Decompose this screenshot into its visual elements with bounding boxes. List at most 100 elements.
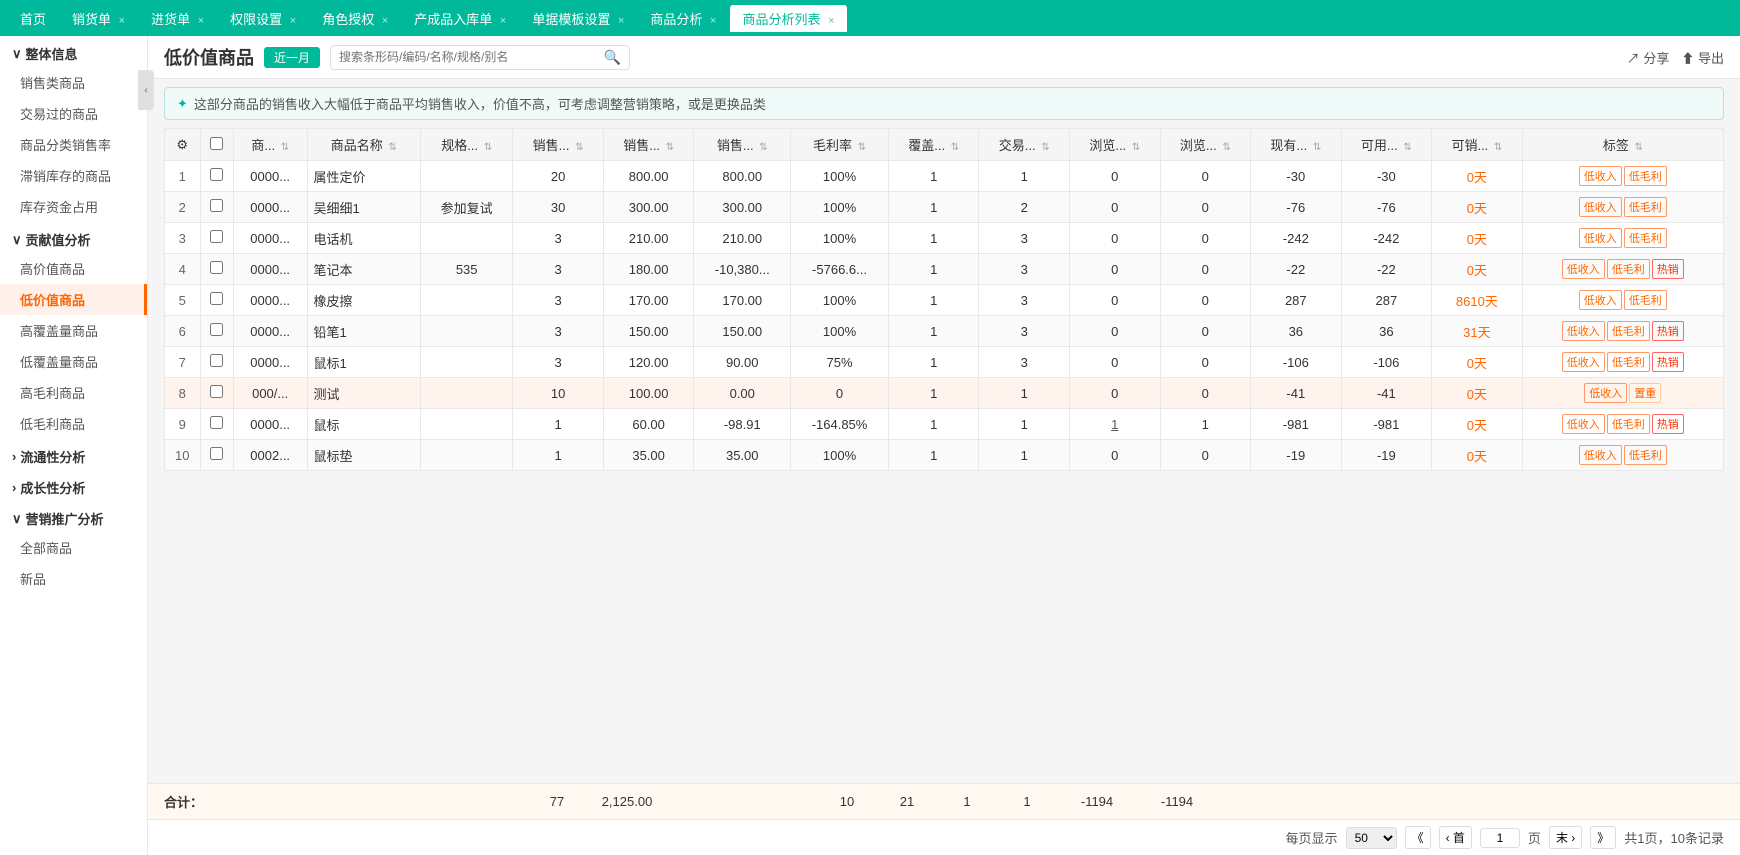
col-settings[interactable]: ⚙ xyxy=(165,129,201,161)
sidebar-item-inventory-capital[interactable]: 库存资金占用 xyxy=(0,191,147,222)
row-checkbox[interactable] xyxy=(210,230,223,243)
first-page-button[interactable]: 《 xyxy=(1405,826,1431,849)
sidebar-item-high-margin[interactable]: 高毛利商品 xyxy=(0,377,147,408)
page-number-input[interactable] xyxy=(1480,828,1520,848)
sidebar-group-contribution[interactable]: ∨ 贡献值分析 xyxy=(0,222,147,253)
sidebar-group-marketing[interactable]: ∨ 营销推广分析 xyxy=(0,501,147,532)
sidebar-group-liquidity[interactable]: › 流通性分析 xyxy=(0,439,147,470)
per-page-select[interactable]: 50 100 200 xyxy=(1346,827,1397,849)
nav-purchase-close[interactable]: × xyxy=(198,15,204,27)
col-view2[interactable]: 浏览... ⇅ xyxy=(1160,129,1251,161)
nav-product-in-close[interactable]: × xyxy=(500,15,506,27)
row-checkbox-cell xyxy=(200,316,233,347)
row-coverage: 1 xyxy=(888,192,979,223)
sidebar-group-growth[interactable]: › 成长性分析 xyxy=(0,470,147,501)
row-view1[interactable]: 0 xyxy=(1069,223,1160,254)
nav-template[interactable]: 单据模板设置 × xyxy=(520,5,636,32)
nav-goods-analysis-close[interactable]: × xyxy=(710,15,716,27)
row-margin: 100% xyxy=(791,161,889,192)
col-sale-price[interactable]: 销售... ⇅ xyxy=(694,129,791,161)
row-margin: -164.85% xyxy=(791,409,889,440)
col-available[interactable]: 可用... ⇅ xyxy=(1341,129,1432,161)
row-checkbox[interactable] xyxy=(210,416,223,429)
row-days: 0天 xyxy=(1432,254,1523,285)
nav-goods-list-close[interactable]: × xyxy=(828,15,834,27)
row-view1[interactable]: 0 xyxy=(1069,378,1160,409)
filter-recent-month-button[interactable]: 近一月 xyxy=(264,47,320,68)
sidebar-item-low-value[interactable]: 低价值商品 xyxy=(0,284,147,315)
sidebar-item-high-coverage[interactable]: 高覆盖量商品 xyxy=(0,315,147,346)
row-checkbox[interactable] xyxy=(210,323,223,336)
row-checkbox[interactable] xyxy=(210,261,223,274)
info-banner: ✦ 这部分商品的销售收入大幅低于商品平均销售收入，价值不高，可考虑调整营销策略，… xyxy=(164,87,1724,120)
row-days: 0天 xyxy=(1432,161,1523,192)
sidebar-item-sales-goods[interactable]: 销售类商品 xyxy=(0,67,147,98)
row-transaction: 3 xyxy=(979,254,1070,285)
sidebar-item-new-goods[interactable]: 新品 xyxy=(0,563,147,594)
row-view1[interactable]: 0 xyxy=(1069,316,1160,347)
row-view1[interactable]: 0 xyxy=(1069,161,1160,192)
search-icon[interactable]: 🔍 xyxy=(604,49,621,66)
row-checkbox[interactable] xyxy=(210,385,223,398)
col-coverage[interactable]: 覆盖... ⇅ xyxy=(888,129,979,161)
nav-goods-analysis[interactable]: 商品分析 × xyxy=(638,5,728,32)
row-view1[interactable]: 0 xyxy=(1069,440,1160,471)
row-checkbox[interactable] xyxy=(210,199,223,212)
last-page-button[interactable]: 》 xyxy=(1590,826,1616,849)
row-view1[interactable]: 0 xyxy=(1069,192,1160,223)
nav-role-close[interactable]: × xyxy=(382,15,388,27)
row-available: -19 xyxy=(1341,440,1432,471)
sidebar-group-overall[interactable]: ∨ 整体信息 xyxy=(0,36,147,67)
nav-sales[interactable]: 销货单 × xyxy=(60,5,137,32)
next-page-button[interactable]: 末 › xyxy=(1549,826,1582,849)
nav-purchase[interactable]: 进货单 × xyxy=(139,5,216,32)
col-spec[interactable]: 规格... ⇅ xyxy=(421,129,513,161)
sidebar-item-all-goods[interactable]: 全部商品 xyxy=(0,532,147,563)
col-saleable[interactable]: 可销... ⇅ xyxy=(1432,129,1523,161)
sidebar-collapse-button[interactable]: ‹ xyxy=(138,70,154,110)
nav-role[interactable]: 角色授权 × xyxy=(310,5,400,32)
row-tags: 低收入低毛利热销 xyxy=(1522,316,1723,347)
sidebar-item-category-rate[interactable]: 商品分类销售率 xyxy=(0,129,147,160)
row-transaction: 3 xyxy=(979,285,1070,316)
nav-sales-close[interactable]: × xyxy=(119,15,125,27)
col-code[interactable]: 商... ⇅ xyxy=(233,129,307,161)
row-spec xyxy=(421,223,513,254)
row-view1[interactable]: 0 xyxy=(1069,254,1160,285)
col-view1[interactable]: 浏览... ⇅ xyxy=(1069,129,1160,161)
row-checkbox[interactable] xyxy=(210,354,223,367)
tag: 低毛利 xyxy=(1607,414,1650,434)
chevron-down-icon3: ∨ xyxy=(12,511,22,527)
nav-template-close[interactable]: × xyxy=(618,15,624,27)
row-view1[interactable]: 1 xyxy=(1069,409,1160,440)
nav-permission-close[interactable]: × xyxy=(290,15,296,27)
col-sale-qty[interactable]: 销售... ⇅ xyxy=(513,129,604,161)
row-view1[interactable]: 0 xyxy=(1069,347,1160,378)
row-checkbox[interactable] xyxy=(210,168,223,181)
row-current-stock: -981 xyxy=(1251,409,1342,440)
share-button[interactable]: ↗ 分享 xyxy=(1627,48,1670,67)
nav-goods-list[interactable]: 商品分析列表 × xyxy=(730,5,846,32)
row-view1[interactable]: 0 xyxy=(1069,285,1160,316)
col-transaction[interactable]: 交易... ⇅ xyxy=(979,129,1070,161)
row-checkbox[interactable] xyxy=(210,292,223,305)
sidebar-item-high-value[interactable]: 高价值商品 xyxy=(0,253,147,284)
sidebar-item-traded-goods[interactable]: 交易过的商品 xyxy=(0,98,147,129)
col-checkbox[interactable] xyxy=(200,129,233,161)
col-margin[interactable]: 毛利率 ⇅ xyxy=(791,129,889,161)
col-name[interactable]: 商品名称 ⇅ xyxy=(307,129,420,161)
export-button[interactable]: ⬆ 导出 xyxy=(1681,48,1724,67)
nav-permission[interactable]: 权限设置 × xyxy=(218,5,308,32)
search-input[interactable] xyxy=(339,50,600,64)
nav-product-in[interactable]: 产成品入库单 × xyxy=(402,5,518,32)
row-checkbox[interactable] xyxy=(210,447,223,460)
col-current-stock[interactable]: 现有... ⇅ xyxy=(1251,129,1342,161)
sidebar-item-low-margin[interactable]: 低毛利商品 xyxy=(0,408,147,439)
sidebar-item-slow-goods[interactable]: 滞销库存的商品 xyxy=(0,160,147,191)
select-all-checkbox[interactable] xyxy=(210,137,223,150)
col-sale-amount[interactable]: 销售... ⇅ xyxy=(603,129,694,161)
prev-page-button[interactable]: ‹ 首 xyxy=(1439,826,1472,849)
col-tags[interactable]: 标签 ⇅ xyxy=(1522,129,1723,161)
nav-home[interactable]: 首页 xyxy=(8,5,58,32)
sidebar-item-low-coverage[interactable]: 低覆盖量商品 xyxy=(0,346,147,377)
